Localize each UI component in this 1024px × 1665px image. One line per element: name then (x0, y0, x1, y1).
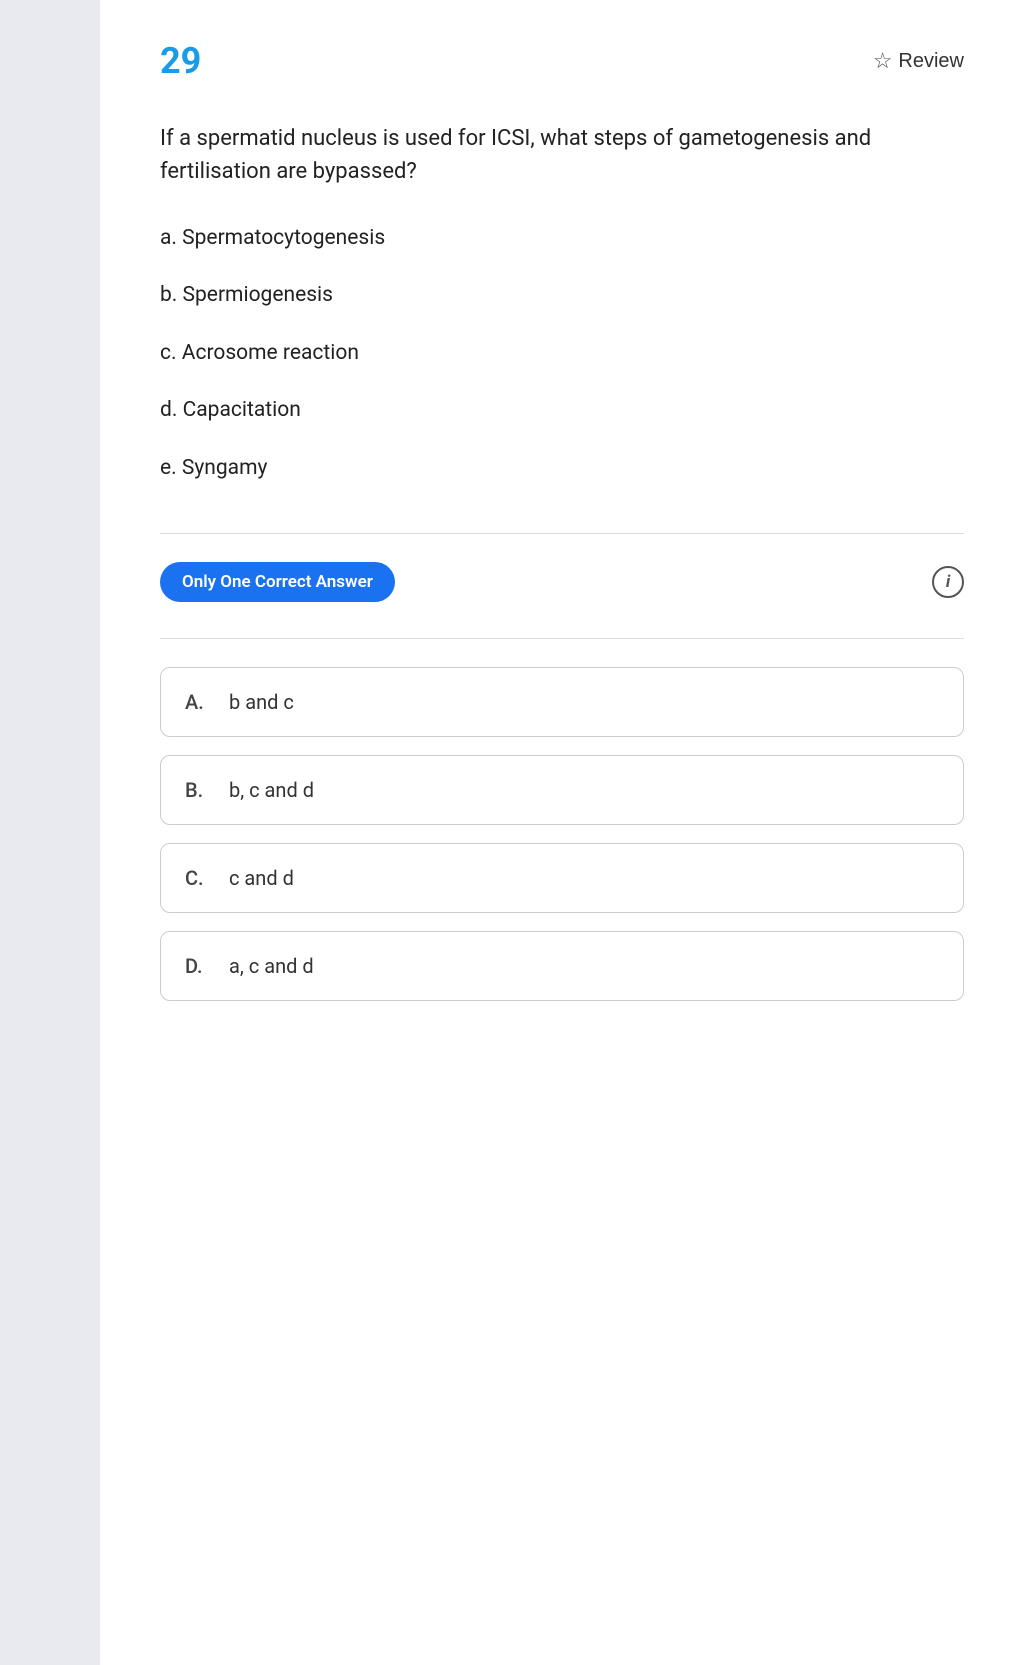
only-one-correct-badge: Only One Correct Answer (160, 562, 395, 602)
choice-c-letter: C. (185, 866, 209, 890)
answer-option-c-text: Acrosome reaction (182, 341, 359, 365)
choices-list: A. b and c B. b, c and d C. c and d D. a… (160, 667, 964, 1001)
answer-option-a: a. Spermatocytogenesis (160, 224, 964, 253)
badge-row: Only One Correct Answer i (160, 562, 964, 602)
answer-option-b: b. Spermiogenesis (160, 281, 964, 310)
question-number: 29 (160, 40, 201, 82)
info-icon[interactable]: i (932, 566, 964, 598)
sidebar (0, 0, 100, 1665)
answer-option-a-text: Spermatocytogenesis (182, 226, 385, 250)
answer-option-b-text: Spermiogenesis (183, 283, 333, 307)
choice-a-text: b and c (229, 690, 294, 714)
answer-option-e-label: e. (160, 456, 182, 480)
star-icon: ☆ (873, 48, 893, 74)
choice-d-letter: D. (185, 954, 209, 978)
review-label: Review (898, 50, 964, 73)
answer-option-b-label: b. (160, 283, 183, 307)
answer-option-c-label: c. (160, 341, 182, 365)
answer-option-c: c. Acrosome reaction (160, 339, 964, 368)
review-button[interactable]: ☆ Review (873, 48, 964, 74)
choice-a-letter: A. (185, 690, 209, 714)
choice-b[interactable]: B. b, c and d (160, 755, 964, 825)
answer-options-list: a. Spermatocytogenesis b. Spermiogenesis… (160, 224, 964, 483)
choice-d[interactable]: D. a, c and d (160, 931, 964, 1001)
answer-option-d: d. Capacitation (160, 396, 964, 425)
answer-option-d-text: Capacitation (183, 398, 301, 422)
main-content: 29 ☆ Review If a spermatid nucleus is us… (100, 0, 1024, 1665)
question-text: If a spermatid nucleus is used for ICSI,… (160, 122, 964, 188)
choice-a[interactable]: A. b and c (160, 667, 964, 737)
answer-option-e-text: Syngamy (182, 456, 268, 480)
choice-d-text: a, c and d (229, 954, 314, 978)
choice-b-text: b, c and d (229, 778, 314, 802)
answer-option-a-label: a. (160, 226, 182, 250)
choice-b-letter: B. (185, 778, 209, 802)
choice-c-text: c and d (229, 866, 294, 890)
answer-option-e: e. Syngamy (160, 454, 964, 483)
choice-c[interactable]: C. c and d (160, 843, 964, 913)
divider-2 (160, 638, 964, 639)
answer-option-d-label: d. (160, 398, 183, 422)
header-row: 29 ☆ Review (160, 40, 964, 82)
divider (160, 533, 964, 534)
